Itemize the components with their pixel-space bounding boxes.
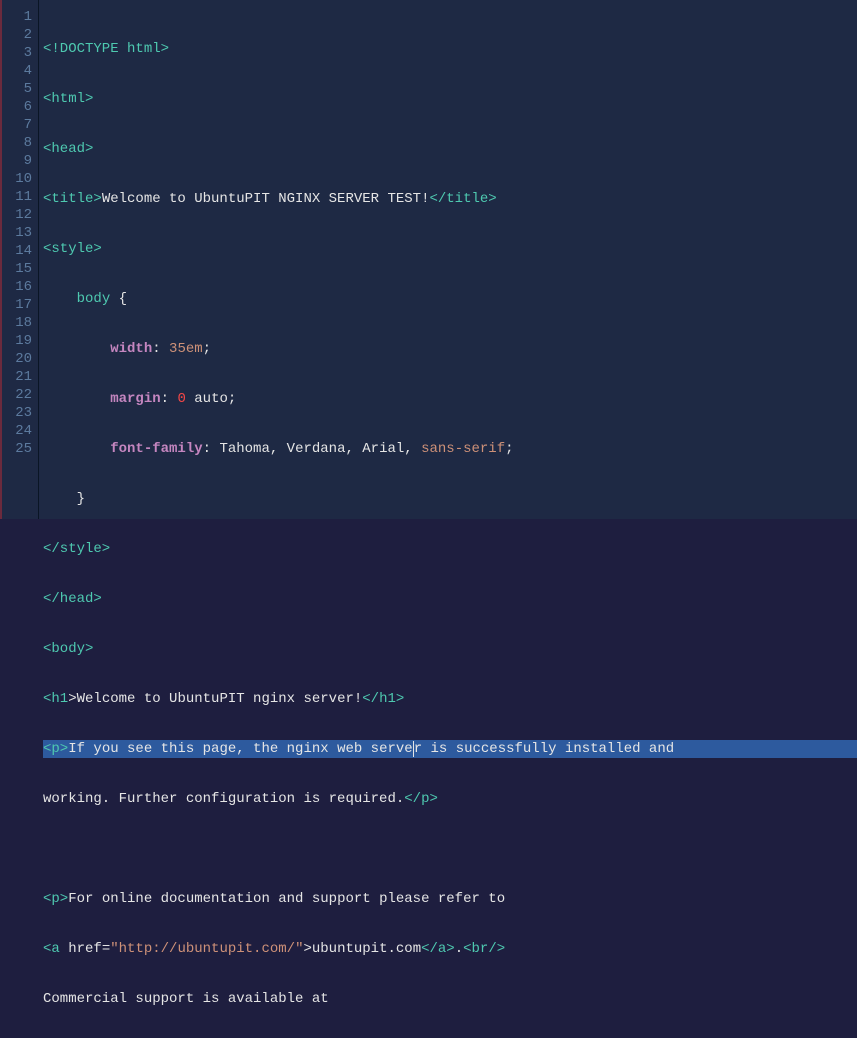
line-number-gutter: 1 2 3 4 5 6 7 8 9 10 11 12 13 14 15 16 1… — [2, 0, 39, 519]
code-line[interactable] — [43, 840, 857, 858]
line-number: 12 — [2, 206, 32, 224]
code-line[interactable]: </head> — [43, 590, 857, 608]
code-line[interactable]: width: 35em; — [43, 340, 857, 358]
code-line[interactable]: working. Further configuration is requir… — [43, 790, 857, 808]
code-line[interactable]: <head> — [43, 140, 857, 158]
code-line[interactable]: <body> — [43, 640, 857, 658]
line-number: 24 — [2, 422, 32, 440]
code-line-active[interactable]: <p>If you see this page, the nginx web s… — [43, 740, 857, 758]
line-number: 11 — [2, 188, 32, 206]
line-number: 1 — [2, 8, 32, 26]
code-line[interactable]: <a href="http://ubuntupit.com/">ubuntupi… — [43, 940, 857, 958]
line-number: 25 — [2, 440, 32, 458]
code-line[interactable]: <p>For online documentation and support … — [43, 890, 857, 908]
code-line[interactable]: </style> — [43, 540, 857, 558]
code-line[interactable]: margin: 0 auto; — [43, 390, 857, 408]
line-number: 10 — [2, 170, 32, 188]
code-line[interactable]: body { — [43, 290, 857, 308]
line-number: 7 — [2, 116, 32, 134]
line-number: 18 — [2, 314, 32, 332]
code-line[interactable]: <html> — [43, 90, 857, 108]
line-number: 15 — [2, 260, 32, 278]
line-number: 20 — [2, 350, 32, 368]
text-cursor — [413, 741, 414, 757]
code-line[interactable]: <!DOCTYPE html> — [43, 40, 857, 58]
line-number: 4 — [2, 62, 32, 80]
line-number: 22 — [2, 386, 32, 404]
line-number: 19 — [2, 332, 32, 350]
code-area[interactable]: <!DOCTYPE html> <html> <head> <title>Wel… — [39, 0, 857, 519]
line-number: 21 — [2, 368, 32, 386]
code-editor[interactable]: 1 2 3 4 5 6 7 8 9 10 11 12 13 14 15 16 1… — [0, 0, 857, 519]
line-number: 23 — [2, 404, 32, 422]
code-line[interactable]: Commercial support is available at — [43, 990, 857, 1008]
line-number: 3 — [2, 44, 32, 62]
line-number: 8 — [2, 134, 32, 152]
line-number: 6 — [2, 98, 32, 116]
code-line[interactable]: <title>Welcome to UbuntuPIT NGINX SERVER… — [43, 190, 857, 208]
code-line[interactable]: <style> — [43, 240, 857, 258]
line-number: 16 — [2, 278, 32, 296]
line-number: 9 — [2, 152, 32, 170]
code-line[interactable]: <h1>Welcome to UbuntuPIT nginx server!</… — [43, 690, 857, 708]
line-number: 13 — [2, 224, 32, 242]
code-line[interactable]: } — [43, 490, 857, 508]
code-line[interactable]: font-family: Tahoma, Verdana, Arial, san… — [43, 440, 857, 458]
line-number: 2 — [2, 26, 32, 44]
line-number: 14 — [2, 242, 32, 260]
line-number: 5 — [2, 80, 32, 98]
line-number: 17 — [2, 296, 32, 314]
